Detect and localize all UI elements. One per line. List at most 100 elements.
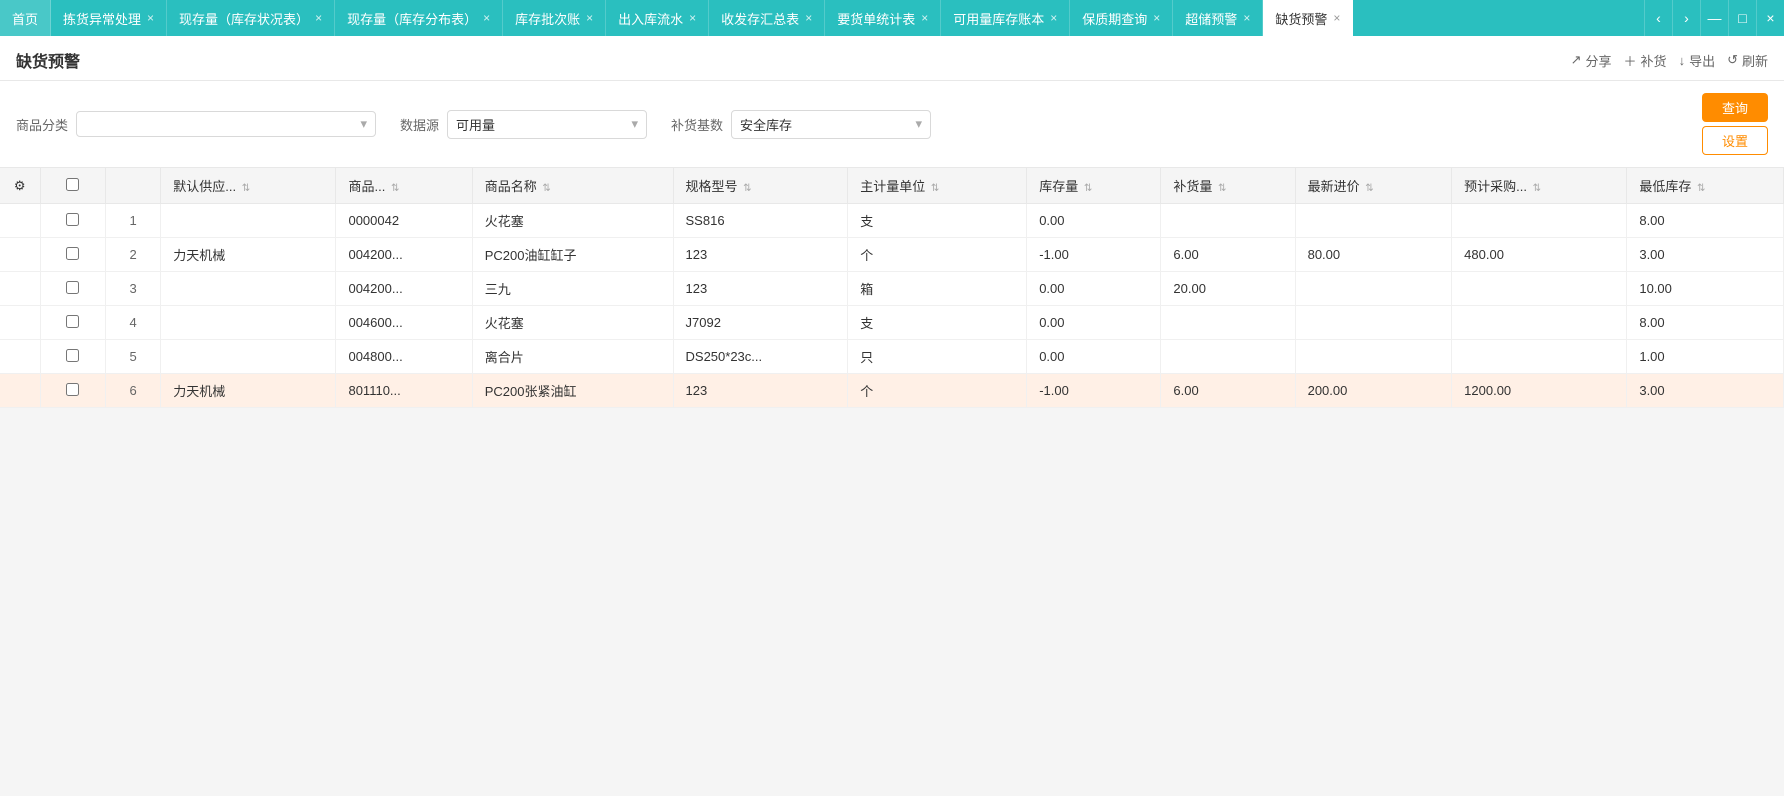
window-maximize[interactable]: □ (1728, 0, 1756, 36)
tab-recv-close[interactable]: × (805, 11, 812, 25)
row-settings-cell (0, 204, 40, 238)
tab-avail-ledger[interactable]: 可用量库存账本 × (941, 0, 1070, 36)
tab-avail-close[interactable]: × (1050, 11, 1057, 25)
category-dropdown-icon: ▾ (360, 116, 367, 132)
tab-inventory-dist[interactable]: 现存量（库存分布表） × (335, 0, 503, 36)
tab-inout-close[interactable]: × (689, 11, 696, 25)
tab-inventory-dist-close[interactable]: × (483, 11, 490, 25)
filter-datasource-group: 数据源 可用量 ▾ (400, 110, 647, 139)
replenish-select[interactable]: 安全库存 ▾ (731, 110, 931, 139)
row-checkbox[interactable] (66, 213, 79, 226)
category-select[interactable]: ▾ (76, 111, 376, 137)
col-unit[interactable]: 主计量单位 ⇅ (848, 168, 1027, 204)
row-stock: -1.00 (1027, 374, 1161, 408)
row-latest-price: 200.00 (1295, 374, 1452, 408)
col-latest-price[interactable]: 最新进价 ⇅ (1295, 168, 1452, 204)
tab-scroll-left[interactable]: ‹ (1644, 0, 1672, 36)
row-checkbox-cell[interactable] (40, 340, 105, 374)
tab-inout-flow[interactable]: 出入库流水 × (606, 0, 709, 36)
row-replenish (1161, 204, 1295, 238)
datasource-select-value: 可用量 (456, 115, 623, 134)
tab-batch-close[interactable]: × (586, 11, 593, 25)
row-name: PC200张紧油缸 (472, 374, 673, 408)
col-name[interactable]: 商品名称 ⇅ (472, 168, 673, 204)
tab-expiry[interactable]: 保质期查询 × (1070, 0, 1173, 36)
tab-inventory-status[interactable]: 现存量（库存状况表） × (167, 0, 335, 36)
min-sort-icon: ⇅ (1697, 183, 1705, 194)
tab-scroll-right[interactable]: › (1672, 0, 1700, 36)
tab-inventory-status-close[interactable]: × (315, 11, 322, 25)
settings-button[interactable]: 设置 (1702, 126, 1768, 155)
row-latest-price (1295, 204, 1452, 238)
row-unit: 支 (848, 204, 1027, 238)
datasource-select[interactable]: 可用量 ▾ (447, 110, 647, 139)
refresh-button[interactable]: ↺ 刷新 (1727, 51, 1768, 70)
settings-gear-icon: ⚙ (14, 178, 26, 193)
tab-shortage-close[interactable]: × (1333, 11, 1340, 25)
row-checkbox[interactable] (66, 383, 79, 396)
table-row: 2 力天机械 004200... PC200油缸缸子 123 个 -1.00 6… (0, 238, 1784, 272)
row-settings-cell (0, 238, 40, 272)
col-est-purchase[interactable]: 预计采购... ⇅ (1452, 168, 1627, 204)
row-checkbox[interactable] (66, 349, 79, 362)
row-checkbox-cell[interactable] (40, 374, 105, 408)
row-stock: 0.00 (1027, 306, 1161, 340)
row-name: 火花塞 (472, 204, 673, 238)
row-checkbox[interactable] (66, 247, 79, 260)
row-unit: 个 (848, 374, 1027, 408)
col-replenish[interactable]: 补货量 ⇅ (1161, 168, 1295, 204)
filter-actions: 查询 设置 (1702, 93, 1768, 155)
row-min-stock: 3.00 (1627, 238, 1784, 272)
refresh-icon: ↺ (1727, 52, 1738, 68)
select-all-checkbox[interactable] (66, 178, 79, 191)
col-settings[interactable]: ⚙ (0, 168, 40, 204)
row-replenish (1161, 306, 1295, 340)
table-container: ⚙ 默认供应... ⇅ 商品... ⇅ 商品名称 (0, 168, 1784, 408)
table-header-row: ⚙ 默认供应... ⇅ 商品... ⇅ 商品名称 (0, 168, 1784, 204)
tab-exception-close[interactable]: × (147, 11, 154, 25)
table-row: 1 0000042 火花塞 SS816 支 0.00 8.00 (0, 204, 1784, 238)
row-checkbox[interactable] (66, 315, 79, 328)
row-est-purchase (1452, 306, 1627, 340)
row-replenish: 6.00 (1161, 374, 1295, 408)
row-latest-price (1295, 272, 1452, 306)
tab-order-close[interactable]: × (921, 11, 928, 25)
tab-shortage[interactable]: 缺货预警 × (1263, 0, 1353, 36)
tab-order-stat[interactable]: 要货单统计表 × (825, 0, 941, 36)
replenish-button[interactable]: ＋ 补货 (1624, 51, 1667, 70)
tab-home[interactable]: 首页 (0, 0, 51, 36)
header-actions: ↗ 分享 ＋ 补货 ↓ 导出 ↺ 刷新 (1571, 51, 1768, 70)
tab-batch-account[interactable]: 库存批次账 × (503, 0, 606, 36)
share-button[interactable]: ↗ 分享 (1571, 51, 1612, 70)
col-supplier[interactable]: 默认供应... ⇅ (161, 168, 336, 204)
row-checkbox-cell[interactable] (40, 272, 105, 306)
tab-exception[interactable]: 拣货异常处理 × (51, 0, 167, 36)
replenish-dropdown-icon: ▾ (916, 116, 923, 132)
col-stock[interactable]: 库存量 ⇅ (1027, 168, 1161, 204)
filter-category-group: 商品分类 ▾ (16, 111, 376, 137)
window-minimize[interactable]: — (1700, 0, 1728, 36)
row-replenish (1161, 340, 1295, 374)
tab-overstock-close[interactable]: × (1243, 11, 1250, 25)
col-checkbox-header[interactable] (40, 168, 105, 204)
row-checkbox-cell[interactable] (40, 306, 105, 340)
tab-recv-summary[interactable]: 收发存汇总表 × (709, 0, 825, 36)
row-est-purchase (1452, 204, 1627, 238)
row-checkbox[interactable] (66, 281, 79, 294)
row-checkbox-cell[interactable] (40, 204, 105, 238)
replenish-select-value: 安全库存 (740, 115, 907, 134)
col-min-stock[interactable]: 最低库存 ⇅ (1627, 168, 1784, 204)
tab-bar: 首页 拣货异常处理 × 现存量（库存状况表） × 现存量（库存分布表） × 库存… (0, 0, 1784, 36)
col-spec[interactable]: 规格型号 ⇅ (673, 168, 848, 204)
row-checkbox-cell[interactable] (40, 238, 105, 272)
row-supplier: 力天机械 (161, 374, 336, 408)
query-button[interactable]: 查询 (1702, 93, 1768, 122)
tab-overstock[interactable]: 超储预警 × (1173, 0, 1263, 36)
col-code[interactable]: 商品... ⇅ (336, 168, 472, 204)
supplier-sort-icon: ⇅ (242, 183, 250, 194)
row-code: 0000042 (336, 204, 472, 238)
tab-expiry-close[interactable]: × (1153, 11, 1160, 25)
window-close[interactable]: × (1756, 0, 1784, 36)
export-button[interactable]: ↓ 导出 (1679, 51, 1716, 70)
name-sort-icon: ⇅ (542, 183, 550, 194)
